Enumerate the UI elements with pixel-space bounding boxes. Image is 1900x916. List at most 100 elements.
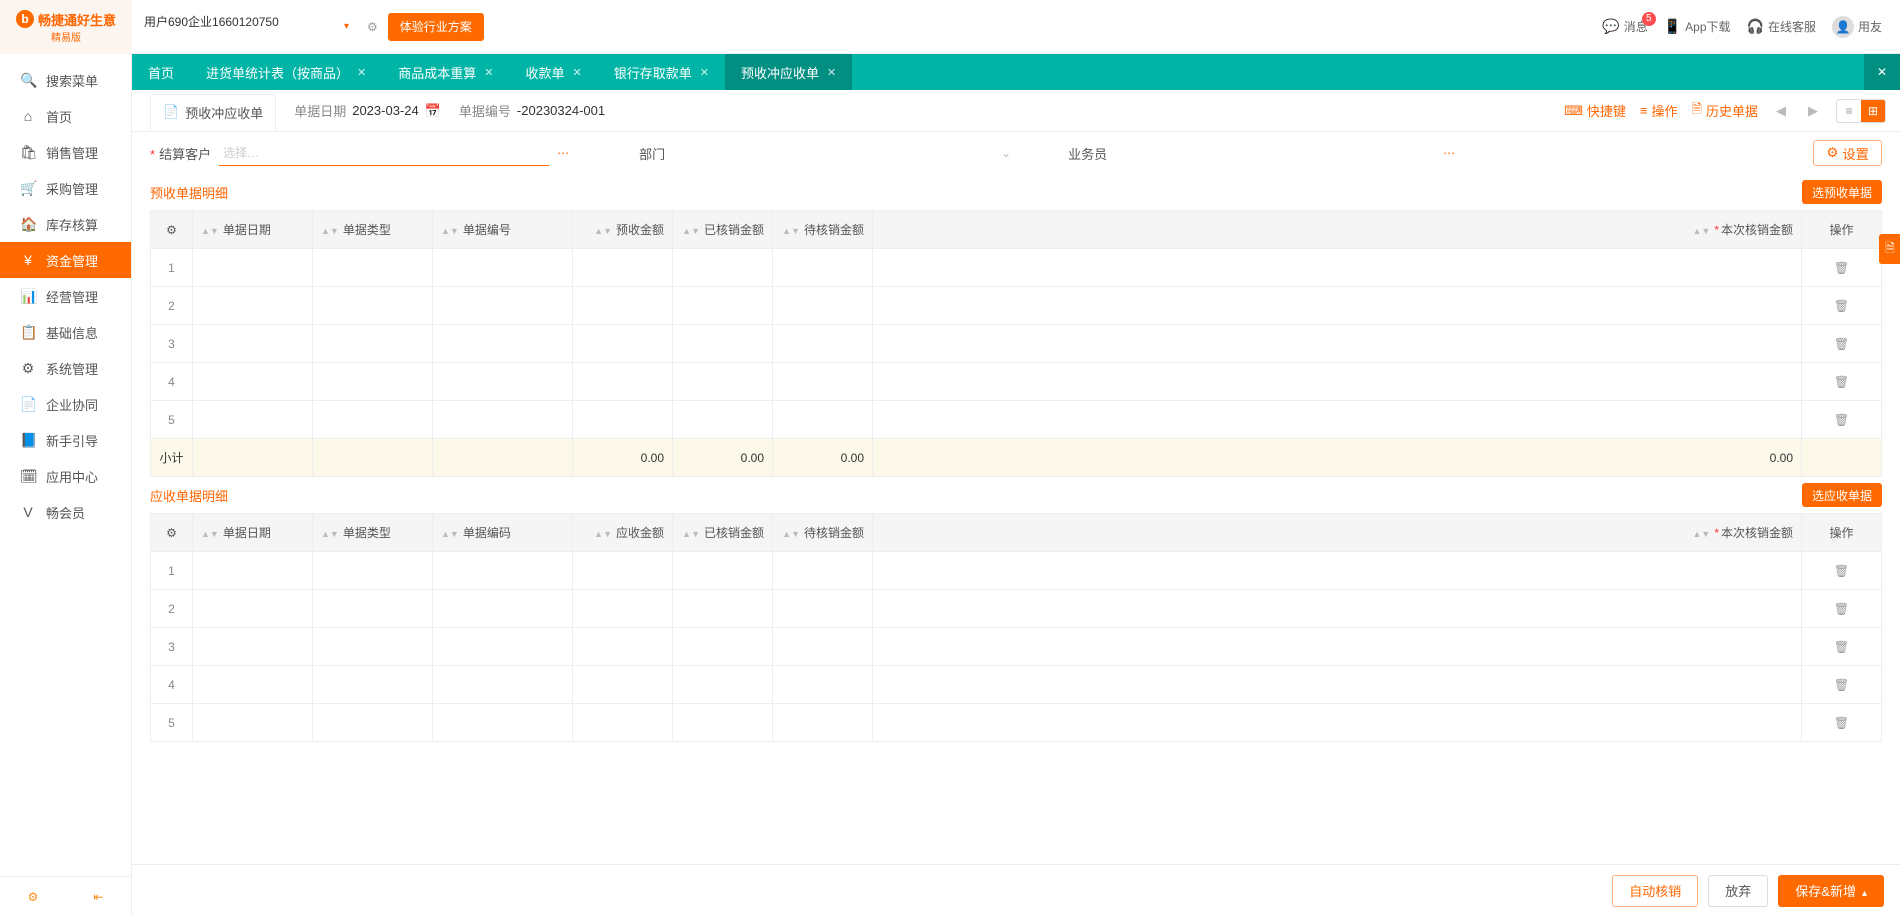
col-date-header-2[interactable]: ▲▼单据日期: [193, 514, 313, 552]
sidebar-item-5[interactable]: ¥资金管理: [0, 242, 131, 278]
doc-date-value[interactable]: 2023-03-24: [352, 103, 419, 118]
sidebar-icon: 📘: [20, 432, 36, 449]
sidebar-item-label: 企业协同: [46, 395, 98, 414]
delete-icon[interactable]: 🗑: [1834, 413, 1849, 427]
col-date-header[interactable]: ▲▼单据日期: [193, 211, 313, 249]
col-this-header[interactable]: ▲▼本次核销金额: [873, 211, 1802, 249]
delete-icon[interactable]: 🗑: [1834, 678, 1849, 692]
sidebar-item-12[interactable]: V畅会员: [0, 494, 131, 530]
delete-icon[interactable]: 🗑: [1834, 299, 1849, 313]
shortcut-link[interactable]: ⌨快捷键: [1564, 101, 1626, 120]
gear-icon[interactable]: ⚙: [367, 20, 378, 34]
tab-0[interactable]: 首页: [132, 54, 190, 90]
table-row[interactable]: 2 🗑: [151, 590, 1882, 628]
close-icon[interactable]: ✕: [357, 66, 366, 79]
col-type-header-2[interactable]: ▲▼单据类型: [313, 514, 433, 552]
col-type-header[interactable]: ▲▼单据类型: [313, 211, 433, 249]
col-config-header-2[interactable]: ⚙: [151, 514, 193, 552]
sidebar-item-11[interactable]: 🗓应用中心: [0, 458, 131, 494]
tab-3[interactable]: 收款单✕: [509, 54, 597, 90]
customer-input[interactable]: [219, 140, 549, 166]
table-row[interactable]: 1 🗑: [151, 249, 1882, 287]
form-settings-button[interactable]: ⚙设置: [1813, 140, 1882, 166]
app-download-link[interactable]: 📱 App下载: [1664, 18, 1731, 35]
select-prepay-doc-button[interactable]: 选预收单据: [1802, 180, 1882, 204]
sidebar-item-8[interactable]: ⚙系统管理: [0, 350, 131, 386]
dept-input[interactable]: [673, 140, 993, 166]
sidebar-item-0[interactable]: 🔍搜索菜单: [0, 62, 131, 98]
headset-icon: 🎧: [1747, 18, 1764, 35]
sidebar-item-9[interactable]: 📄企业协同: [0, 386, 131, 422]
next-doc-button[interactable]: ▶: [1804, 101, 1822, 121]
prepay-table: ⚙ ▲▼单据日期 ▲▼单据类型 ▲▼单据编号 ▲▼预收金额 ▲▼已核销金额 ▲▼…: [150, 210, 1882, 477]
prev-doc-button[interactable]: ◀: [1772, 101, 1790, 121]
sidebar-item-4[interactable]: 🏠库存核算: [0, 206, 131, 242]
table-row[interactable]: 4 🗑: [151, 666, 1882, 704]
table-row[interactable]: 5 🗑: [151, 704, 1882, 742]
tab-2[interactable]: 商品成本重算✕: [382, 54, 509, 90]
close-icon[interactable]: ✕: [827, 66, 836, 79]
discard-button[interactable]: 放弃: [1708, 875, 1768, 907]
delete-icon[interactable]: 🗑: [1834, 375, 1849, 389]
tab-1[interactable]: 进货单统计表（按商品） ✕: [190, 54, 382, 90]
col-prepay-header[interactable]: ▲▼预收金额: [573, 211, 673, 249]
chevron-down-icon[interactable]: ▾: [344, 21, 349, 32]
user-menu[interactable]: 👤 用友: [1832, 16, 1882, 38]
history-link[interactable]: 🗎历史单据: [1692, 100, 1758, 122]
close-icon[interactable]: ✕: [484, 66, 493, 79]
customer-service-link[interactable]: 🎧 在线客服: [1747, 18, 1816, 35]
delete-icon[interactable]: 🗑: [1834, 564, 1849, 578]
col-pending-header-2[interactable]: ▲▼待核销金额: [773, 514, 873, 552]
save-add-button[interactable]: 保存&新增▴: [1778, 875, 1884, 907]
close-icon[interactable]: ✕: [573, 66, 582, 79]
sidebar-item-2[interactable]: 🛍销售管理: [0, 134, 131, 170]
view-grid-toggle[interactable]: ⊞: [1861, 100, 1885, 122]
brand-edition: 精易版: [51, 29, 81, 44]
table-row[interactable]: 3 🗑: [151, 628, 1882, 666]
try-industry-button[interactable]: 体验行业方案: [388, 13, 484, 41]
auto-writeoff-button[interactable]: 自动核销: [1612, 875, 1698, 907]
customer-more-icon[interactable]: ⋯: [557, 146, 569, 160]
brand-logo: b畅捷通好生意 精易版: [0, 0, 132, 54]
view-list-toggle[interactable]: ≡: [1837, 100, 1861, 122]
delete-icon[interactable]: 🗑: [1834, 602, 1849, 616]
calendar-icon[interactable]: 📅: [425, 103, 441, 119]
table-row[interactable]: 5 🗑: [151, 401, 1882, 439]
tab-5[interactable]: 预收冲应收单✕: [725, 54, 852, 90]
messages-link[interactable]: 💬 消息 5: [1602, 18, 1647, 35]
table-row[interactable]: 1 🗑: [151, 552, 1882, 590]
tab-4[interactable]: 银行存取款单✕: [598, 54, 725, 90]
sidebar-item-6[interactable]: 📊经营管理: [0, 278, 131, 314]
sidebar-collapse-icon[interactable]: ⇤: [93, 890, 103, 904]
sidebar-item-3[interactable]: 🛒采购管理: [0, 170, 131, 206]
col-written-header[interactable]: ▲▼已核销金额: [673, 211, 773, 249]
table-row[interactable]: 2 🗑: [151, 287, 1882, 325]
col-code-header-2[interactable]: ▲▼单据编码: [433, 514, 573, 552]
company-select[interactable]: 用户690企业1660120750: [144, 13, 334, 41]
col-code-header[interactable]: ▲▼单据编号: [433, 211, 573, 249]
tab-label: 进货单统计表（按商品）: [206, 63, 349, 82]
sidebar-item-1[interactable]: ⌂首页: [0, 98, 131, 134]
sidebar-item-7[interactable]: 📋基础信息: [0, 314, 131, 350]
close-icon[interactable]: ✕: [700, 66, 709, 79]
table-row[interactable]: 4 🗑: [151, 363, 1882, 401]
delete-icon[interactable]: 🗑: [1834, 716, 1849, 730]
col-pending-header[interactable]: ▲▼待核销金额: [773, 211, 873, 249]
delete-icon[interactable]: 🗑: [1834, 337, 1849, 351]
dept-chevron-icon[interactable]: ⌄: [1001, 146, 1011, 160]
delete-icon[interactable]: 🗑: [1834, 261, 1849, 275]
operate-link[interactable]: ≡操作: [1640, 101, 1678, 120]
col-written-header-2[interactable]: ▲▼已核销金额: [673, 514, 773, 552]
sidebar-settings-icon[interactable]: ⚙: [28, 890, 39, 904]
col-this-header-2[interactable]: ▲▼本次核销金额: [873, 514, 1802, 552]
tabs-close-all[interactable]: ✕: [1864, 54, 1900, 90]
select-receivable-doc-button[interactable]: 选应收单据: [1802, 483, 1882, 507]
float-side-tab[interactable]: 🗎: [1879, 234, 1900, 264]
col-config-header[interactable]: ⚙: [151, 211, 193, 249]
sidebar-item-10[interactable]: 📘新手引导: [0, 422, 131, 458]
sales-input[interactable]: [1115, 140, 1435, 166]
table-row[interactable]: 3 🗑: [151, 325, 1882, 363]
sales-more-icon[interactable]: ⋯: [1443, 146, 1455, 160]
col-recv-header[interactable]: ▲▼应收金额: [573, 514, 673, 552]
delete-icon[interactable]: 🗑: [1834, 640, 1849, 654]
